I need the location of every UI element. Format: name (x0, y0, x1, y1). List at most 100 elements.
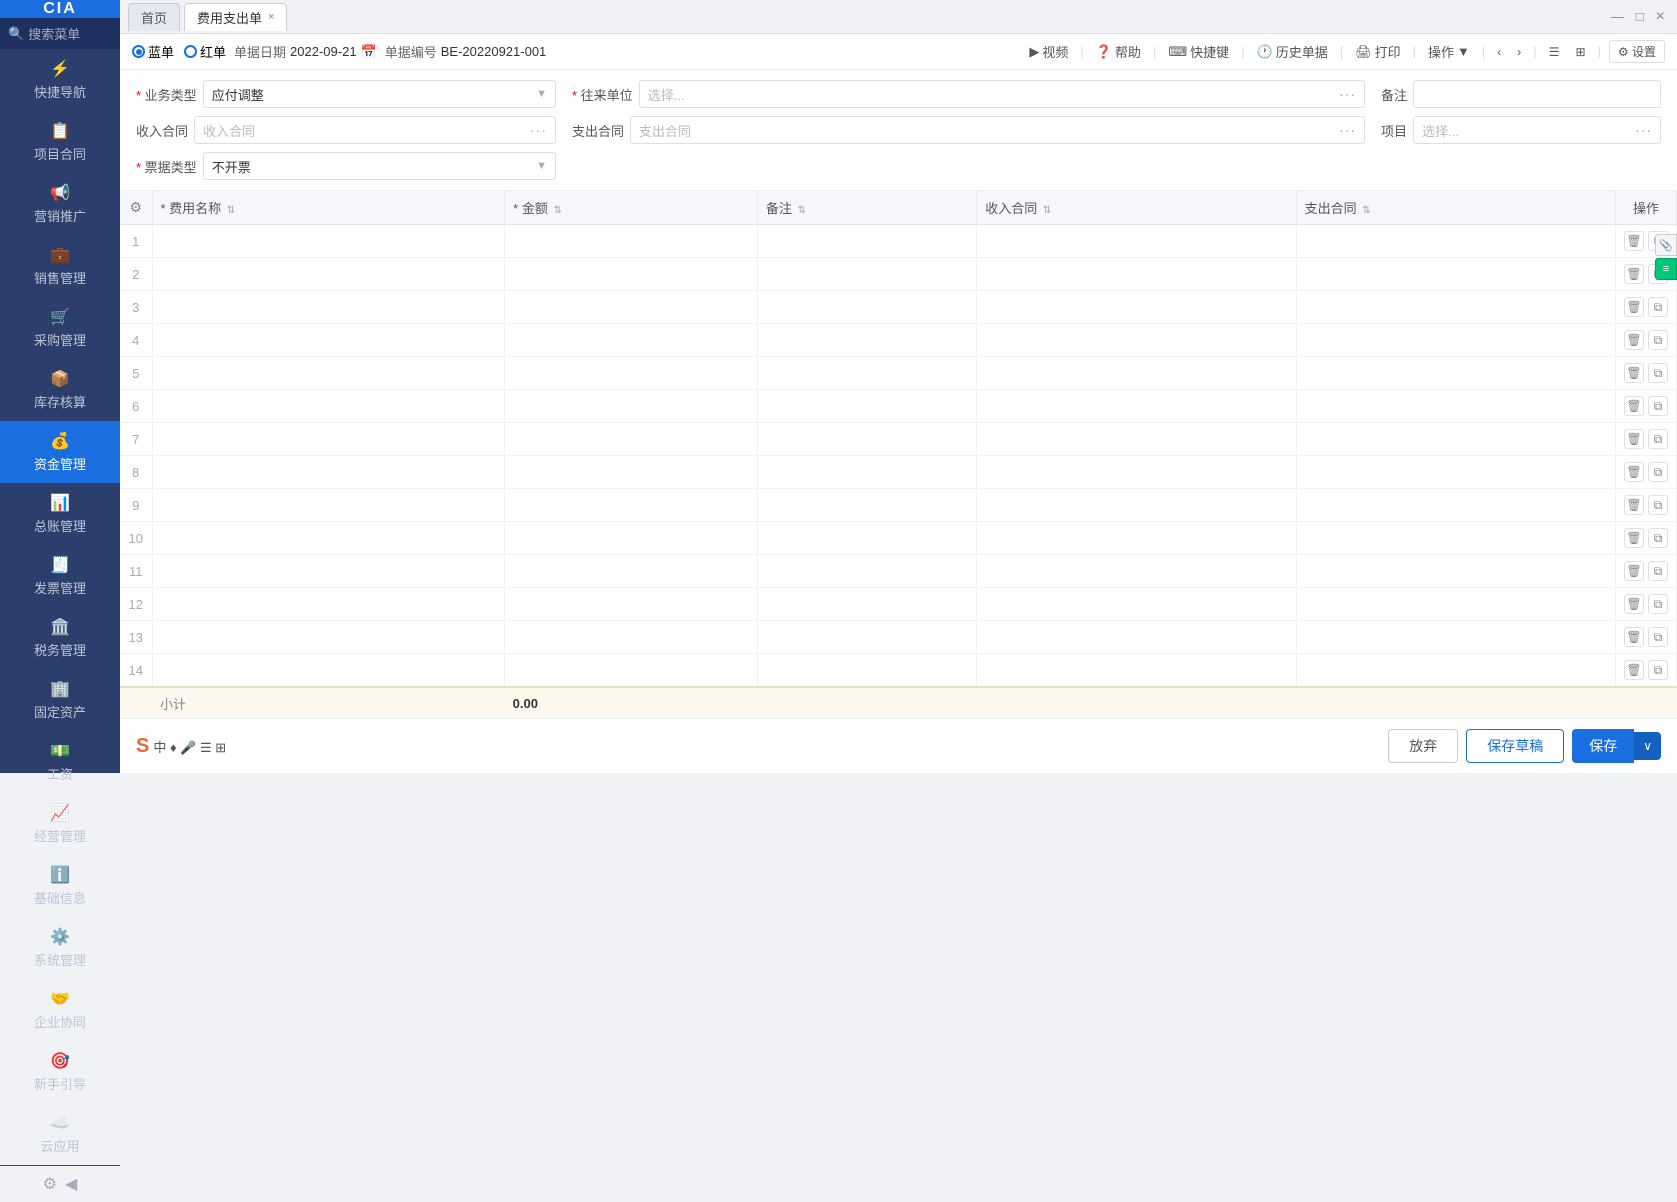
cell-amount[interactable] (505, 489, 758, 522)
video-btn[interactable]: ▶ 视频 (1025, 40, 1072, 63)
sidebar-item-inventory[interactable]: 📦 库存核算 (0, 359, 120, 421)
row-delete-icon[interactable]: 🗑 (1624, 330, 1644, 350)
cell-note[interactable] (757, 324, 976, 357)
sidebar-item-corp[interactable]: 🤝 企业协同 (0, 979, 120, 1041)
row-delete-icon[interactable]: 🗑 (1624, 363, 1644, 383)
sidebar-item-invoice[interactable]: 🧾 发票管理 (0, 545, 120, 607)
cell-amount[interactable] (505, 621, 758, 654)
cell-expense-name[interactable] (152, 555, 505, 588)
sidebar-item-fixed-assets[interactable]: 🏢 固定资产 (0, 669, 120, 731)
sidebar-item-payroll[interactable]: 💵 工资 (0, 731, 120, 793)
cell-note[interactable] (757, 225, 976, 258)
cell-expense-name[interactable] (152, 621, 505, 654)
cell-income-contract[interactable] (977, 390, 1296, 423)
cell-income-contract[interactable] (977, 291, 1296, 324)
business-type-input[interactable]: 应付调整 ▼ (203, 80, 556, 108)
cell-amount[interactable] (505, 258, 758, 291)
row-delete-icon[interactable]: 🗑 (1624, 660, 1644, 680)
row-delete-icon[interactable]: 🗑 (1624, 462, 1644, 482)
row-delete-icon[interactable]: 🗑 (1624, 495, 1644, 515)
row-copy-icon[interactable]: ⧉ (1648, 462, 1668, 482)
sort-icon[interactable]: ⇅ (553, 205, 561, 216)
cell-expense-name[interactable] (152, 390, 505, 423)
collapse-sidebar-icon[interactable]: ◀ (65, 1174, 77, 1194)
cell-income-contract[interactable] (977, 423, 1296, 456)
sidebar-item-quick-nav[interactable]: ⚡ 快捷导航 (0, 49, 120, 111)
settings-btn[interactable]: ⚙ 设置 (1609, 40, 1665, 63)
note-input[interactable] (1413, 80, 1661, 108)
sort-icon[interactable]: ⇅ (1362, 205, 1370, 216)
cell-income-contract[interactable] (977, 555, 1296, 588)
cell-expense-contract[interactable] (1296, 258, 1615, 291)
cell-expense-contract[interactable] (1296, 423, 1615, 456)
cell-expense-contract[interactable] (1296, 522, 1615, 555)
settings-bottom-icon[interactable]: ⚙ (43, 1174, 57, 1194)
cell-expense-contract[interactable] (1296, 291, 1615, 324)
radio-blue-bill[interactable]: 蓝单 (132, 42, 174, 61)
cell-expense-name[interactable] (152, 588, 505, 621)
expense-contract-input[interactable]: 支出合同 ··· (630, 116, 1365, 144)
cell-expense-contract[interactable] (1296, 489, 1615, 522)
cell-income-contract[interactable] (977, 258, 1296, 291)
row-delete-icon[interactable]: 🗑 (1624, 627, 1644, 647)
row-copy-icon[interactable]: ⧉ (1648, 297, 1668, 317)
sidebar-item-new-guide[interactable]: 🎯 新手引导 (0, 1041, 120, 1103)
view-grid-btn[interactable]: ⊞ (1571, 43, 1589, 61)
row-delete-icon[interactable]: 🗑 (1624, 594, 1644, 614)
sidebar-item-purchase[interactable]: 🛒 采购管理 (0, 297, 120, 359)
sidebar-item-marketing[interactable]: 📢 营销推广 (0, 173, 120, 235)
cell-income-contract[interactable] (977, 621, 1296, 654)
cell-amount[interactable] (505, 390, 758, 423)
cell-note[interactable] (757, 588, 976, 621)
cell-expense-contract[interactable] (1296, 654, 1615, 688)
cell-income-contract[interactable] (977, 324, 1296, 357)
shortcuts-btn[interactable]: ⌨ 快捷键 (1164, 40, 1233, 63)
cell-note[interactable] (757, 621, 976, 654)
cell-income-contract[interactable] (977, 225, 1296, 258)
sidebar-item-sales[interactable]: 💼 销售管理 (0, 235, 120, 297)
right-float-btn-1[interactable]: 📎 (1655, 234, 1677, 256)
cell-amount[interactable] (505, 588, 758, 621)
cell-note[interactable] (757, 291, 976, 324)
window-minimize-btn[interactable]: — (1607, 9, 1628, 24)
save-draft-button[interactable]: 保存草稿 (1466, 729, 1564, 763)
row-delete-icon[interactable]: 🗑 (1624, 561, 1644, 581)
nav-prev-btn[interactable]: ‹ (1493, 43, 1505, 61)
cell-amount[interactable] (505, 522, 758, 555)
tab-home[interactable]: 首页 (128, 3, 180, 31)
cell-expense-name[interactable] (152, 324, 505, 357)
row-delete-icon[interactable]: 🗑 (1624, 396, 1644, 416)
cell-amount[interactable] (505, 423, 758, 456)
cell-expense-name[interactable] (152, 654, 505, 688)
cell-amount[interactable] (505, 291, 758, 324)
right-float-btn-2[interactable]: ≡ (1655, 258, 1677, 280)
cell-income-contract[interactable] (977, 522, 1296, 555)
sidebar-item-ops[interactable]: 📈 经营管理 (0, 793, 120, 855)
help-btn[interactable]: ❓ 帮助 (1092, 40, 1145, 63)
cell-expense-name[interactable] (152, 291, 505, 324)
row-delete-icon[interactable]: 🗑 (1624, 429, 1644, 449)
actions-btn[interactable]: 操作 ▼ (1424, 40, 1474, 63)
sidebar-item-cloud[interactable]: ☁️ 云应用 (0, 1103, 120, 1165)
tab-expense-bill[interactable]: 费用支出单 × (184, 3, 287, 31)
sidebar-item-fund[interactable]: 💰 资金管理 (0, 421, 120, 483)
cell-note[interactable] (757, 654, 976, 688)
cell-note[interactable] (757, 423, 976, 456)
cell-expense-contract[interactable] (1296, 621, 1615, 654)
window-maximize-btn[interactable]: □ (1632, 9, 1648, 24)
save-dropdown-button[interactable]: ∨ (1634, 732, 1661, 760)
cell-expense-contract[interactable] (1296, 390, 1615, 423)
cell-amount[interactable] (505, 357, 758, 390)
row-copy-icon[interactable]: ⧉ (1648, 561, 1668, 581)
sort-icon[interactable]: ⇅ (227, 205, 235, 216)
radio-red-bill[interactable]: 红单 (184, 42, 226, 61)
cell-income-contract[interactable] (977, 654, 1296, 688)
nav-next-btn[interactable]: › (1513, 43, 1525, 61)
print-btn[interactable]: 🖨 打印 (1351, 40, 1405, 63)
sidebar-item-account[interactable]: 📊 总账管理 (0, 483, 120, 545)
history-btn[interactable]: 🕐 历史单据 (1253, 40, 1332, 63)
cell-amount[interactable] (505, 654, 758, 688)
sidebar-item-tax[interactable]: 🏛️ 税务管理 (0, 607, 120, 669)
discard-button[interactable]: 放弃 (1388, 729, 1458, 763)
income-contract-input[interactable]: 收入合同 ··· (194, 116, 556, 144)
